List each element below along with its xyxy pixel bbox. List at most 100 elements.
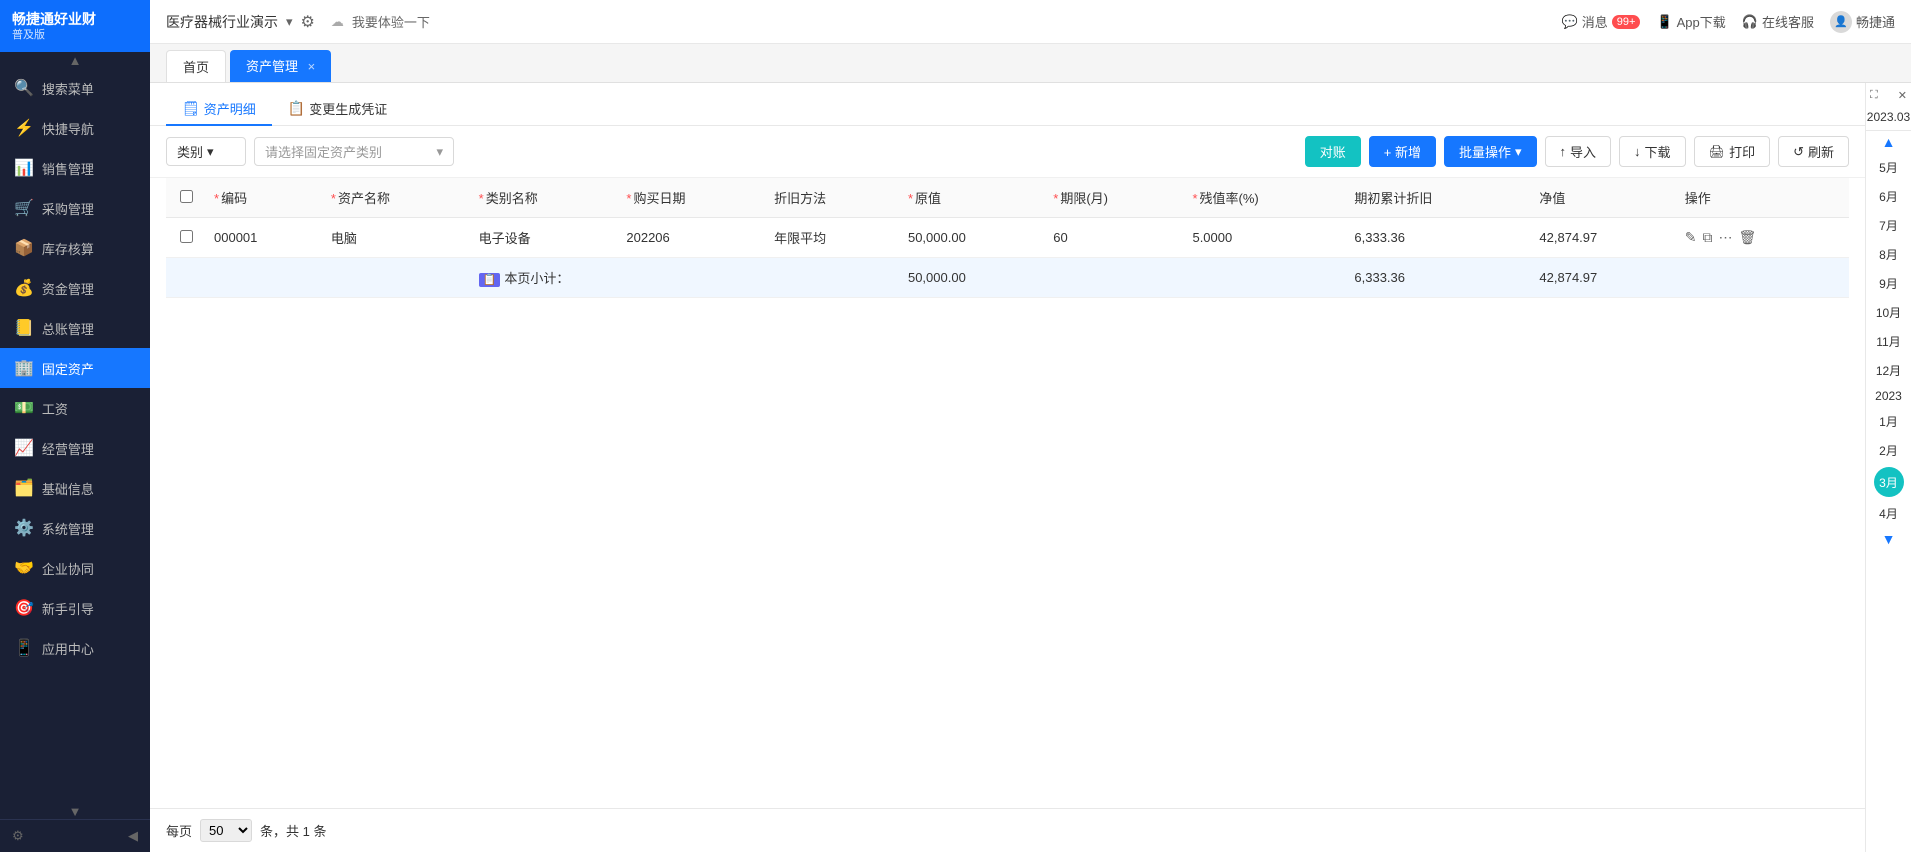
pagination: 每页 102050100 条，共 1 条 (150, 808, 1865, 852)
header-residual-rate: *残值率(%) (1184, 178, 1346, 218)
month-item-8月[interactable]: 8月 (1866, 240, 1911, 269)
sub-tabs: 🗒 资产明细 📋 变更生成凭证 (150, 83, 1865, 126)
online-service-icon: 🎧 (1742, 14, 1758, 30)
month-item-7月[interactable]: 7月 (1866, 211, 1911, 240)
category-input-arrow: ▾ (436, 144, 443, 160)
sidebar-item-ledger[interactable]: 📒总账管理 (0, 308, 150, 348)
sidebar-icon-payroll: 💵 (14, 398, 34, 418)
month-item-11月[interactable]: 11月 (1866, 327, 1911, 356)
refresh-button[interactable]: ↺ 刷新 (1778, 136, 1849, 167)
sidebar-icon-operations: 📈 (14, 438, 34, 458)
batch-button[interactable]: 批量操作 ▾ (1444, 136, 1537, 167)
download-icon: ↓ (1634, 144, 1641, 159)
company-dropdown-icon[interactable]: ▾ (286, 14, 293, 30)
sub-tab-change-voucher[interactable]: 📋 变更生成凭证 (272, 93, 403, 126)
sidebar-scroll-down[interactable]: ▼ (0, 803, 150, 819)
sidebar-icon-funds: 💰 (14, 278, 34, 298)
experience-link[interactable]: 我要体验一下 (352, 12, 430, 31)
year-month-header: 2023.03 (1866, 104, 1911, 131)
download-button[interactable]: ↓ 下载 (1619, 136, 1686, 167)
sidebar-item-search[interactable]: 🔍搜索菜单 (0, 68, 150, 108)
avatar: 👤 (1830, 11, 1852, 33)
month-item-1月[interactable]: 1月 (1866, 407, 1911, 436)
user-item[interactable]: 👤 畅捷通 (1830, 11, 1895, 33)
expand-icon[interactable]: ⛶ (1870, 89, 1878, 102)
month-scroll-down[interactable]: ▼ (1882, 528, 1896, 550)
month-item-5月[interactable]: 5月 (1866, 153, 1911, 182)
edit-icon-0[interactable]: ✎ (1685, 229, 1697, 246)
copy-icon-0[interactable]: ⧉ (1702, 229, 1712, 246)
content-main: 🗒 资产明细 📋 变更生成凭证 类别 ▾ 请选择固定资产类别 (150, 83, 1865, 852)
month-item-4月[interactable]: 4月 (1866, 499, 1911, 528)
category-input-select[interactable]: 请选择固定资产类别 ▾ (254, 137, 454, 166)
more-icon-0[interactable]: ⋯ (1718, 229, 1732, 246)
sidebar-item-quick-nav[interactable]: ⚡快捷导航 (0, 108, 150, 148)
content-area: 🗒 资产明细 📋 变更生成凭证 类别 ▾ 请选择固定资产类别 (150, 83, 1911, 852)
sidebar-label-base-info: 基础信息 (42, 479, 94, 498)
print-button[interactable]: 🖨 打印 (1694, 136, 1771, 167)
sidebar-label-search: 搜索菜单 (42, 79, 94, 98)
delete-icon-0[interactable]: 🗑 (1738, 229, 1756, 246)
per-page-select[interactable]: 102050100 (200, 819, 252, 842)
sub-tab-asset-detail[interactable]: 🗒 资产明细 (166, 93, 272, 126)
message-item[interactable]: 💬 消息 99+ (1562, 12, 1641, 31)
sidebar-item-base-info[interactable]: 🗂️基础信息 (0, 468, 150, 508)
page-tabs: 首页 资产管理 × (150, 44, 1911, 83)
sidebar-item-fixed-assets[interactable]: 🏢固定资产 (0, 348, 150, 388)
month-active-3月[interactable]: 3月 (1874, 467, 1904, 497)
sidebar-item-app-center[interactable]: 📱应用中心 (0, 628, 150, 668)
sidebar-item-sales[interactable]: 📊销售管理 (0, 148, 150, 188)
sidebar-icon-ledger: 📒 (14, 318, 34, 338)
header-name: *资产名称 (323, 178, 471, 218)
tab-home[interactable]: 首页 (166, 50, 226, 82)
app-download-item[interactable]: 📱 App下载 (1656, 12, 1725, 31)
sidebar-item-payroll[interactable]: 💵工资 (0, 388, 150, 428)
month-item-6月[interactable]: 6月 (1866, 182, 1911, 211)
row-checkbox-0[interactable] (180, 230, 193, 243)
month-item-10月[interactable]: 10月 (1866, 298, 1911, 327)
batch-label: 批量操作 (1459, 142, 1511, 161)
online-service-label: 在线客服 (1762, 12, 1814, 31)
topbar: 医疗器械行业演示 ▾ ⚙ ☁ 我要体验一下 💬 消息 99+ 📱 App下载 🎧… (150, 0, 1911, 44)
reconcile-button[interactable]: 对账 (1305, 136, 1361, 167)
app-download-icon: 📱 (1656, 14, 1672, 30)
sidebar-item-inventory[interactable]: 📦库存核算 (0, 228, 150, 268)
month-item-2月[interactable]: 2月 (1866, 436, 1911, 465)
sidebar-label-system: 系统管理 (42, 519, 94, 538)
month-item-12月[interactable]: 12月 (1866, 356, 1911, 385)
select-all-checkbox[interactable] (180, 190, 193, 203)
category-filter-select[interactable]: 类别 ▾ (166, 137, 246, 166)
tab-close-icon[interactable]: × (308, 59, 316, 74)
subtotal-empty-1 (166, 258, 206, 298)
subtotal-row: 📋本页小计： 50,000.00 6,333.36 42,874.97 (166, 258, 1849, 298)
sidebar-header: 畅捷通好业财 普及版 (0, 0, 150, 52)
month-scroll-up[interactable]: ▲ (1882, 131, 1896, 153)
subtotal-empty-5 (1184, 258, 1346, 298)
settings-gear-icon[interactable]: ⚙ (301, 12, 315, 32)
import-button[interactable]: ↑ 导入 (1545, 136, 1612, 167)
batch-arrow: ▾ (1515, 144, 1522, 160)
subtotal-net-value: 42,874.97 (1531, 258, 1676, 298)
row-checkbox-cell (166, 218, 206, 258)
new-button[interactable]: + 新增 (1369, 136, 1436, 167)
sidebar-icon-system: ⚙️ (14, 518, 34, 538)
sidebar-item-purchase[interactable]: 🛒采购管理 (0, 188, 150, 228)
sidebar-scroll-up[interactable]: ▲ (0, 52, 150, 68)
tab-home-label: 首页 (183, 60, 209, 75)
topbar-right: 💬 消息 99+ 📱 App下载 🎧 在线客服 👤 畅捷通 (1562, 11, 1895, 33)
tab-asset-management[interactable]: 资产管理 × (230, 50, 331, 82)
month-item-9月[interactable]: 9月 (1866, 269, 1911, 298)
reconcile-label: 对账 (1320, 142, 1346, 161)
settings-icon[interactable]: ⚙ (12, 828, 24, 844)
subtotal-empty-6 (1677, 258, 1849, 298)
sidebar-item-enterprise[interactable]: 🤝企业协同 (0, 548, 150, 588)
sidebar-item-guide[interactable]: 🎯新手引导 (0, 588, 150, 628)
category-dropdown-icon: ▾ (207, 144, 214, 160)
online-service-item[interactable]: 🎧 在线客服 (1742, 12, 1814, 31)
close-panel-icon[interactable]: ✕ (1898, 89, 1907, 102)
sidebar-item-funds[interactable]: 💰资金管理 (0, 268, 150, 308)
sidebar-item-operations[interactable]: 📈经营管理 (0, 428, 150, 468)
collapse-icon[interactable]: ◀ (128, 828, 138, 844)
sidebar-item-system[interactable]: ⚙️ 系统管理 (0, 508, 150, 548)
company-name: 医疗器械行业演示 (166, 12, 278, 32)
